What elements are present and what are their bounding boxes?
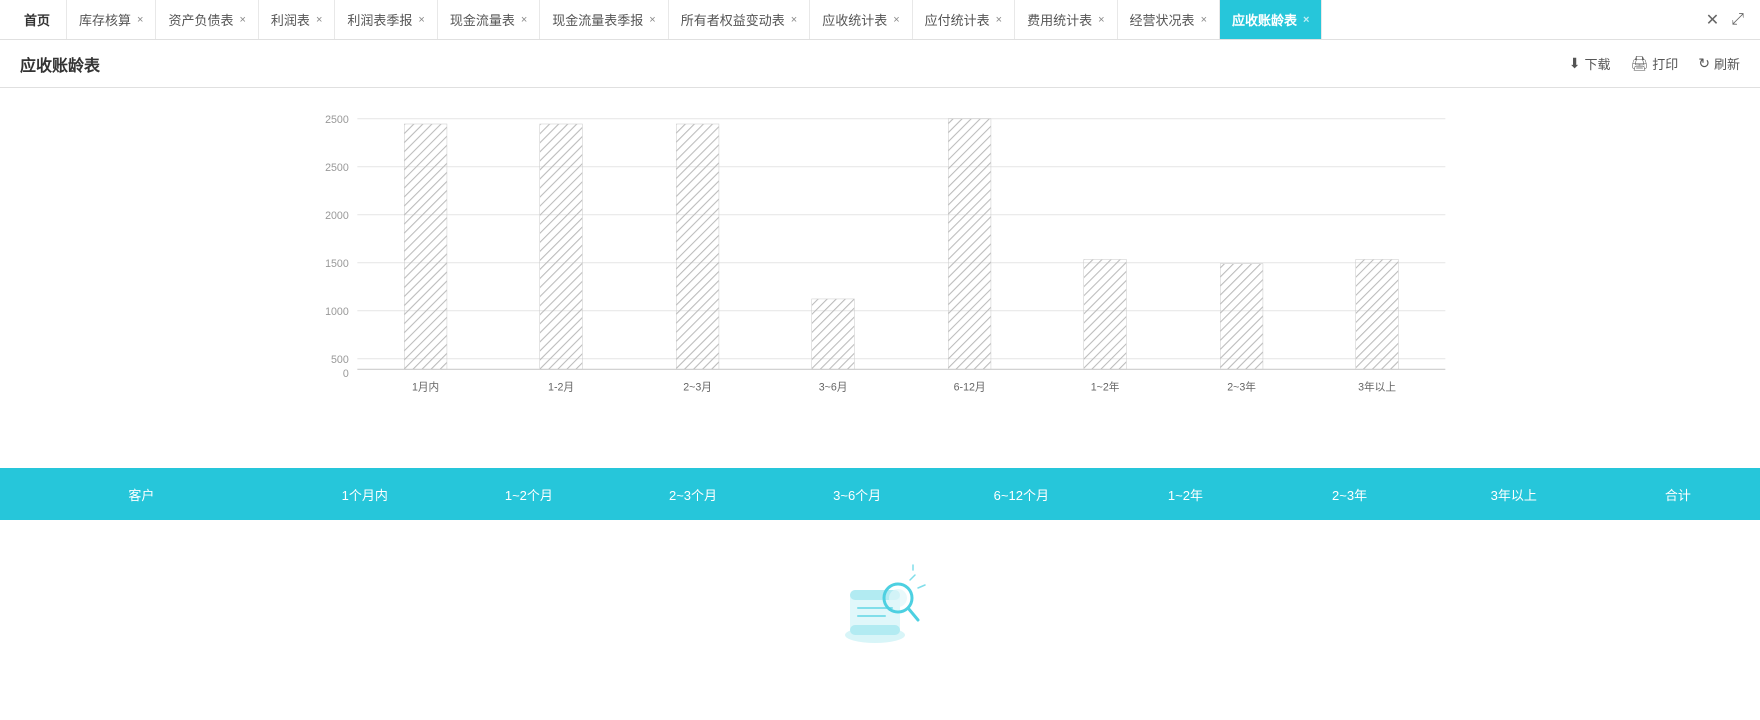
tab-inventory[interactable]: 库存核算 × <box>67 0 156 40</box>
svg-text:1-2月: 1-2月 <box>548 382 574 394</box>
tab-cashflow-quarter-close[interactable]: × <box>649 14 655 26</box>
svg-text:2500: 2500 <box>325 162 349 174</box>
page-header: 应收账龄表 ⬇ 下载 🖨 打印 ↻ 刷新 <box>0 40 1760 88</box>
main-content: 2500 2500 2000 1500 1000 500 0 1月内 1-2月 … <box>0 88 1760 720</box>
tab-home[interactable]: 首页 <box>8 0 67 40</box>
svg-text:2~3月: 2~3月 <box>683 382 712 394</box>
tab-cashflow-close[interactable]: × <box>521 14 527 26</box>
svg-text:500: 500 <box>331 354 349 366</box>
tab-balance-close[interactable]: × <box>239 14 245 26</box>
tab-operation-close[interactable]: × <box>1201 14 1207 26</box>
tab-cashflow-quarter[interactable]: 现金流量表季报 × <box>540 0 668 40</box>
tab-profit-label: 利润表 <box>271 10 310 29</box>
tab-bar: 首页 库存核算 × 资产负债表 × 利润表 × 利润表季报 × 现金流量表 × … <box>0 0 1760 40</box>
svg-text:0: 0 <box>343 368 349 380</box>
window-controls: ✕ ⤢ <box>1706 10 1752 30</box>
bar-2-3月 <box>676 124 719 369</box>
tab-profit[interactable]: 利润表 × <box>259 0 335 40</box>
tab-home-label: 首页 <box>24 10 50 29</box>
th-6-12month: 6~12个月 <box>939 485 1103 504</box>
svg-text:1月内: 1月内 <box>412 381 439 394</box>
th-customer: 客户 <box>0 485 283 504</box>
tab-cashflow[interactable]: 现金流量表 × <box>438 0 540 40</box>
minimize-button[interactable]: ✕ <box>1706 10 1719 30</box>
tab-ar-aging[interactable]: 应收账龄表 × <box>1220 0 1322 40</box>
th-2-3year: 2~3年 <box>1268 485 1432 504</box>
maximize-button[interactable]: ⤢ <box>1731 11 1744 29</box>
tab-inventory-label: 库存核算 <box>79 10 131 29</box>
print-button[interactable]: 🖨 打印 <box>1630 54 1678 73</box>
svg-text:1500: 1500 <box>325 258 349 270</box>
bar-1月内 <box>404 124 447 369</box>
th-3-6month: 3~6个月 <box>775 485 939 504</box>
bar-2-3年 <box>1220 264 1263 370</box>
svg-text:2500: 2500 <box>325 114 349 126</box>
download-icon: ⬇ <box>1569 55 1581 72</box>
tab-equity-label: 所有者权益变动表 <box>681 10 785 29</box>
tab-expense-stat[interactable]: 费用统计表 × <box>1015 0 1117 40</box>
tab-operation-label: 经营状况表 <box>1130 10 1195 29</box>
tab-expense-stat-label: 费用统计表 <box>1027 10 1092 29</box>
refresh-button[interactable]: ↻ 刷新 <box>1698 54 1740 73</box>
refresh-icon: ↻ <box>1698 55 1710 72</box>
print-icon: 🖨 <box>1630 55 1648 72</box>
tab-ap-stat[interactable]: 应付统计表 × <box>913 0 1015 40</box>
tab-profit-close[interactable]: × <box>316 14 322 26</box>
tab-ar-aging-close[interactable]: × <box>1303 14 1309 26</box>
tab-ap-stat-close[interactable]: × <box>996 14 1002 26</box>
tab-profit-quarter-close[interactable]: × <box>418 14 424 26</box>
svg-text:3年以上: 3年以上 <box>1358 381 1396 394</box>
tab-ap-stat-label: 应付统计表 <box>925 10 990 29</box>
tab-balance[interactable]: 资产负债表 × <box>156 0 258 40</box>
bar-1-2月 <box>540 124 583 369</box>
tab-cashflow-quarter-label: 现金流量表季报 <box>552 10 643 29</box>
tab-cashflow-label: 现金流量表 <box>450 10 515 29</box>
tab-ar-stat[interactable]: 应收统计表 × <box>810 0 912 40</box>
bar-chart: 2500 2500 2000 1500 1000 500 0 1月内 1-2月 … <box>30 108 1730 428</box>
tab-operation[interactable]: 经营状况表 × <box>1118 0 1220 40</box>
th-1month: 1个月内 <box>283 485 447 504</box>
bar-3-6月 <box>812 299 855 369</box>
tab-equity-close[interactable]: × <box>791 14 797 26</box>
page-title: 应收账龄表 <box>20 52 100 76</box>
bar-6-12月 <box>948 119 991 370</box>
tab-inventory-close[interactable]: × <box>137 14 143 26</box>
download-button[interactable]: ⬇ 下载 <box>1569 54 1611 73</box>
th-2-3month: 2~3个月 <box>611 485 775 504</box>
tab-ar-aging-label: 应收账龄表 <box>1232 10 1297 29</box>
chart-area: 2500 2500 2000 1500 1000 500 0 1月内 1-2月 … <box>0 88 1760 468</box>
svg-text:2~3年: 2~3年 <box>1227 381 1256 394</box>
th-total: 合计 <box>1596 485 1760 504</box>
table-header: 客户 1个月内 1~2个月 2~3个月 3~6个月 6~12个月 1~2年 2~… <box>0 468 1760 520</box>
empty-illustration <box>820 560 940 660</box>
svg-text:2000: 2000 <box>325 210 349 222</box>
tab-ar-stat-label: 应收统计表 <box>822 10 887 29</box>
svg-text:1~2年: 1~2年 <box>1091 381 1120 394</box>
empty-state <box>0 520 1760 720</box>
th-1-2month: 1~2个月 <box>447 485 611 504</box>
tab-profit-quarter-label: 利润表季报 <box>347 10 412 29</box>
tab-profit-quarter[interactable]: 利润表季报 × <box>335 0 437 40</box>
tab-balance-label: 资产负债表 <box>168 10 233 29</box>
tab-ar-stat-close[interactable]: × <box>893 14 899 26</box>
tab-expense-stat-close[interactable]: × <box>1098 14 1104 26</box>
svg-text:6-12月: 6-12月 <box>954 382 986 394</box>
download-label: 下载 <box>1584 54 1610 73</box>
th-3year-plus: 3年以上 <box>1432 485 1596 504</box>
svg-text:1000: 1000 <box>325 306 349 318</box>
bar-1-2年 <box>1084 259 1127 369</box>
refresh-label: 刷新 <box>1714 54 1740 73</box>
tab-equity[interactable]: 所有者权益变动表 × <box>669 0 810 40</box>
th-1-2year: 1~2年 <box>1103 485 1267 504</box>
svg-text:3~6月: 3~6月 <box>819 382 848 394</box>
header-actions: ⬇ 下载 🖨 打印 ↻ 刷新 <box>1569 54 1740 73</box>
print-label: 打印 <box>1652 54 1678 73</box>
bar-3年以上 <box>1356 259 1399 369</box>
